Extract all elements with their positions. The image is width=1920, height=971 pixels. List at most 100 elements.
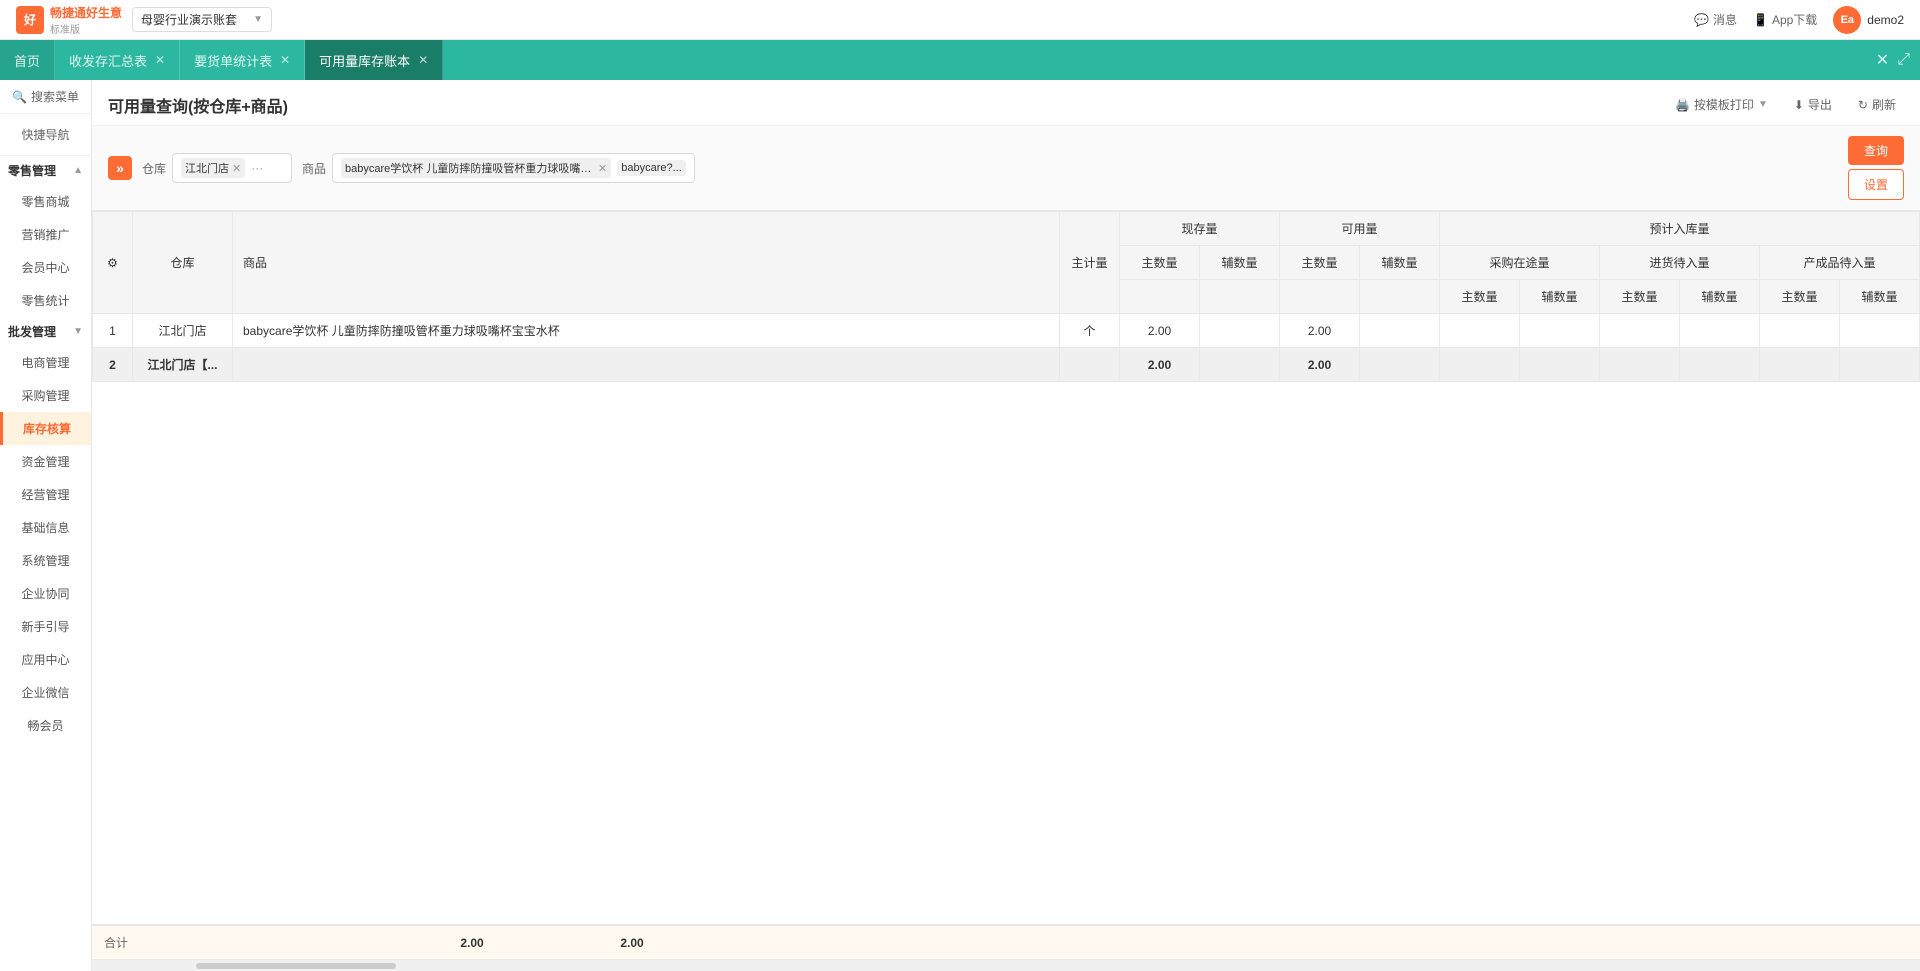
sidebar-item-operations[interactable]: 经营管理 [0, 478, 91, 511]
th-pp-aux: 辅数量 [1520, 280, 1600, 314]
export-label: 导出 [1808, 96, 1832, 113]
cell-subtotal-pp-main [1600, 348, 1680, 382]
th-pt2-main [1280, 280, 1360, 314]
product-input[interactable]: babycare学饮杯 儿童防摔防撞吸管杯重力球吸嘴杯宝宝水杯 ✕ babyca… [332, 153, 695, 183]
th-finished-pending: 产成品待入量 [1760, 246, 1920, 280]
sidebar-item-retail-stats[interactable]: 零售统计 [0, 284, 91, 317]
top-bar-left: 好 畅捷通好生意 标准版 母婴行业演示账套 ▼ [16, 4, 272, 36]
refresh-icon: ↻ [1858, 98, 1868, 112]
cell-pp-aux [1680, 314, 1760, 348]
sidebar-item-retail-mall[interactable]: 零售商城 [0, 185, 91, 218]
scroll-thumb[interactable] [196, 963, 396, 969]
export-btn[interactable]: ⬇ 导出 [1786, 92, 1840, 117]
tab-order-stats[interactable]: 要货单统计表 ✕ [180, 40, 305, 80]
sidebar-search[interactable]: 🔍 搜索菜单 [0, 80, 91, 114]
tab-order-stats-close[interactable]: ✕ [280, 53, 290, 67]
sidebar-item-finance[interactable]: 资金管理 [0, 445, 91, 478]
message-btn[interactable]: 💬 消息 [1694, 11, 1737, 28]
table-row-subtotal: 2 江北门店【... 2.00 2.00 [93, 348, 1920, 382]
sidebar-section-retail[interactable]: 零售管理 ▲ [0, 156, 91, 185]
sidebar-item-app-center[interactable]: 应用中心 [0, 643, 91, 676]
chevron-up-icon: ▲ [73, 165, 83, 176]
cell-subtotal-pp-aux [1680, 348, 1760, 382]
avatar-text: Ea [1841, 14, 1854, 26]
sidebar-item-enterprise[interactable]: 企业协同 [0, 577, 91, 610]
search-label: 搜索菜单 [31, 88, 79, 105]
th-pp-main: 主数量 [1440, 280, 1520, 314]
page-actions: 🖨️ 按模板打印 ▼ ⬇ 导出 ↻ 刷新 [1667, 92, 1904, 117]
warehouse-tag-close[interactable]: ✕ [232, 162, 241, 175]
cell-subtotal-stock-main: 2.00 [1120, 348, 1200, 382]
product-tag2: babycare?... [617, 160, 686, 176]
th-pt2-aux [1360, 280, 1440, 314]
app-download-btn[interactable]: 📱 App下载 [1753, 11, 1817, 28]
sidebar-item-quick-nav[interactable]: 快捷导航 [0, 120, 91, 149]
cell-subtotal-pt-aux [1520, 348, 1600, 382]
settings-button[interactable]: 设置 [1848, 169, 1904, 200]
cell-pt-aux [1520, 314, 1600, 348]
filter-toggle-btn[interactable]: » [108, 156, 132, 180]
sidebar-item-newbie[interactable]: 新手引导 [0, 610, 91, 643]
sidebar-section-wholesale[interactable]: 批发管理 ▼ [0, 317, 91, 346]
warehouse-input[interactable]: 江北门店 ✕ ··· [172, 153, 292, 183]
print-btn[interactable]: 🖨️ 按模板打印 ▼ [1667, 92, 1776, 117]
footer-spacer-unit [372, 936, 432, 950]
cell-stock-aux [1200, 314, 1280, 348]
table-footer: 合计 2.00 2.00 [92, 924, 1920, 959]
th-purchase-pending: 进货待入量 [1600, 246, 1760, 280]
th-purchase-transit: 采购在途量 [1440, 246, 1600, 280]
tab-home[interactable]: 首页 [0, 40, 55, 80]
sidebar-item-wechat[interactable]: 企业微信 [0, 676, 91, 709]
tab-available-inventory-close[interactable]: ✕ [418, 53, 428, 67]
sidebar-item-purchase[interactable]: 采购管理 [0, 379, 91, 412]
sidebar-item-marketing[interactable]: 营销推广 [0, 218, 91, 251]
tab-available-inventory[interactable]: 可用量库存账本 ✕ [305, 40, 443, 80]
content-area: 可用量查询(按仓库+商品) 🖨️ 按模板打印 ▼ ⬇ 导出 ↻ 刷新 [92, 80, 1920, 971]
cell-fp-aux [1840, 314, 1920, 348]
cell-subtotal-stock-aux [1200, 348, 1280, 382]
cell-subtotal-pt-main [1440, 348, 1520, 382]
tab-home-label: 首页 [14, 51, 40, 70]
th-stock: 现存量 [1120, 212, 1280, 246]
th-warehouse: 仓库 [133, 212, 233, 314]
product-label: 商品 [302, 160, 326, 177]
filter-actions: 查询 设置 [1848, 136, 1904, 200]
warehouse-ellipsis[interactable]: ··· [251, 161, 263, 175]
cell-subtotal-fp-aux [1840, 348, 1920, 382]
gear-icon[interactable]: ⚙ [107, 256, 118, 270]
close-window-icon[interactable]: ✕ [1876, 50, 1889, 70]
sidebar-item-inventory[interactable]: 库存核算 [0, 412, 91, 445]
query-button[interactable]: 查询 [1848, 136, 1904, 165]
product-tag1-close[interactable]: ✕ [598, 162, 607, 175]
cell-subtotal-unit [1060, 348, 1120, 382]
tab-bar-right: ✕ ⤢ [1876, 50, 1920, 70]
th-unit: 主计量 [1060, 212, 1120, 314]
sidebar-item-member[interactable]: 畅会员 [0, 709, 91, 742]
industry-selector-label: 母婴行业演示账套 [141, 11, 237, 28]
logo: 好 畅捷通好生意 标准版 [16, 4, 122, 36]
sidebar-item-ecommerce[interactable]: 电商管理 [0, 346, 91, 379]
cell-pp-main [1600, 314, 1680, 348]
scroll-bar-area [92, 959, 1920, 971]
cell-warehouse: 江北门店 [133, 314, 233, 348]
cell-product: babycare学饮杯 儿童防摔防撞吸管杯重力球吸嘴杯宝宝水杯 [233, 314, 1060, 348]
tab-receipt-summary-close[interactable]: ✕ [155, 53, 165, 67]
tab-receipt-summary[interactable]: 收发存汇总表 ✕ [55, 40, 180, 80]
sidebar-item-basic[interactable]: 基础信息 [0, 511, 91, 544]
user-area[interactable]: Ea demo2 [1833, 6, 1904, 34]
cell-no: 1 [93, 314, 133, 348]
tab-order-stats-label: 要货单统计表 [194, 51, 272, 70]
user-name[interactable]: demo2 [1867, 13, 1904, 27]
warehouse-label: 仓库 [142, 160, 166, 177]
footer-stock-aux [512, 936, 592, 950]
industry-selector[interactable]: 母婴行业演示账套 ▼ [132, 7, 272, 32]
chevron-down-icon: ▼ [73, 326, 83, 337]
export-icon: ⬇ [1794, 98, 1804, 112]
maximize-icon[interactable]: ⤢ [1897, 51, 1910, 69]
message-icon: 💬 [1694, 13, 1709, 27]
th-product: 商品 [233, 212, 1060, 314]
search-icon: 🔍 [12, 90, 27, 104]
sidebar-item-system[interactable]: 系统管理 [0, 544, 91, 577]
refresh-btn[interactable]: ↻ 刷新 [1850, 92, 1904, 117]
sidebar-item-member-center[interactable]: 会员中心 [0, 251, 91, 284]
